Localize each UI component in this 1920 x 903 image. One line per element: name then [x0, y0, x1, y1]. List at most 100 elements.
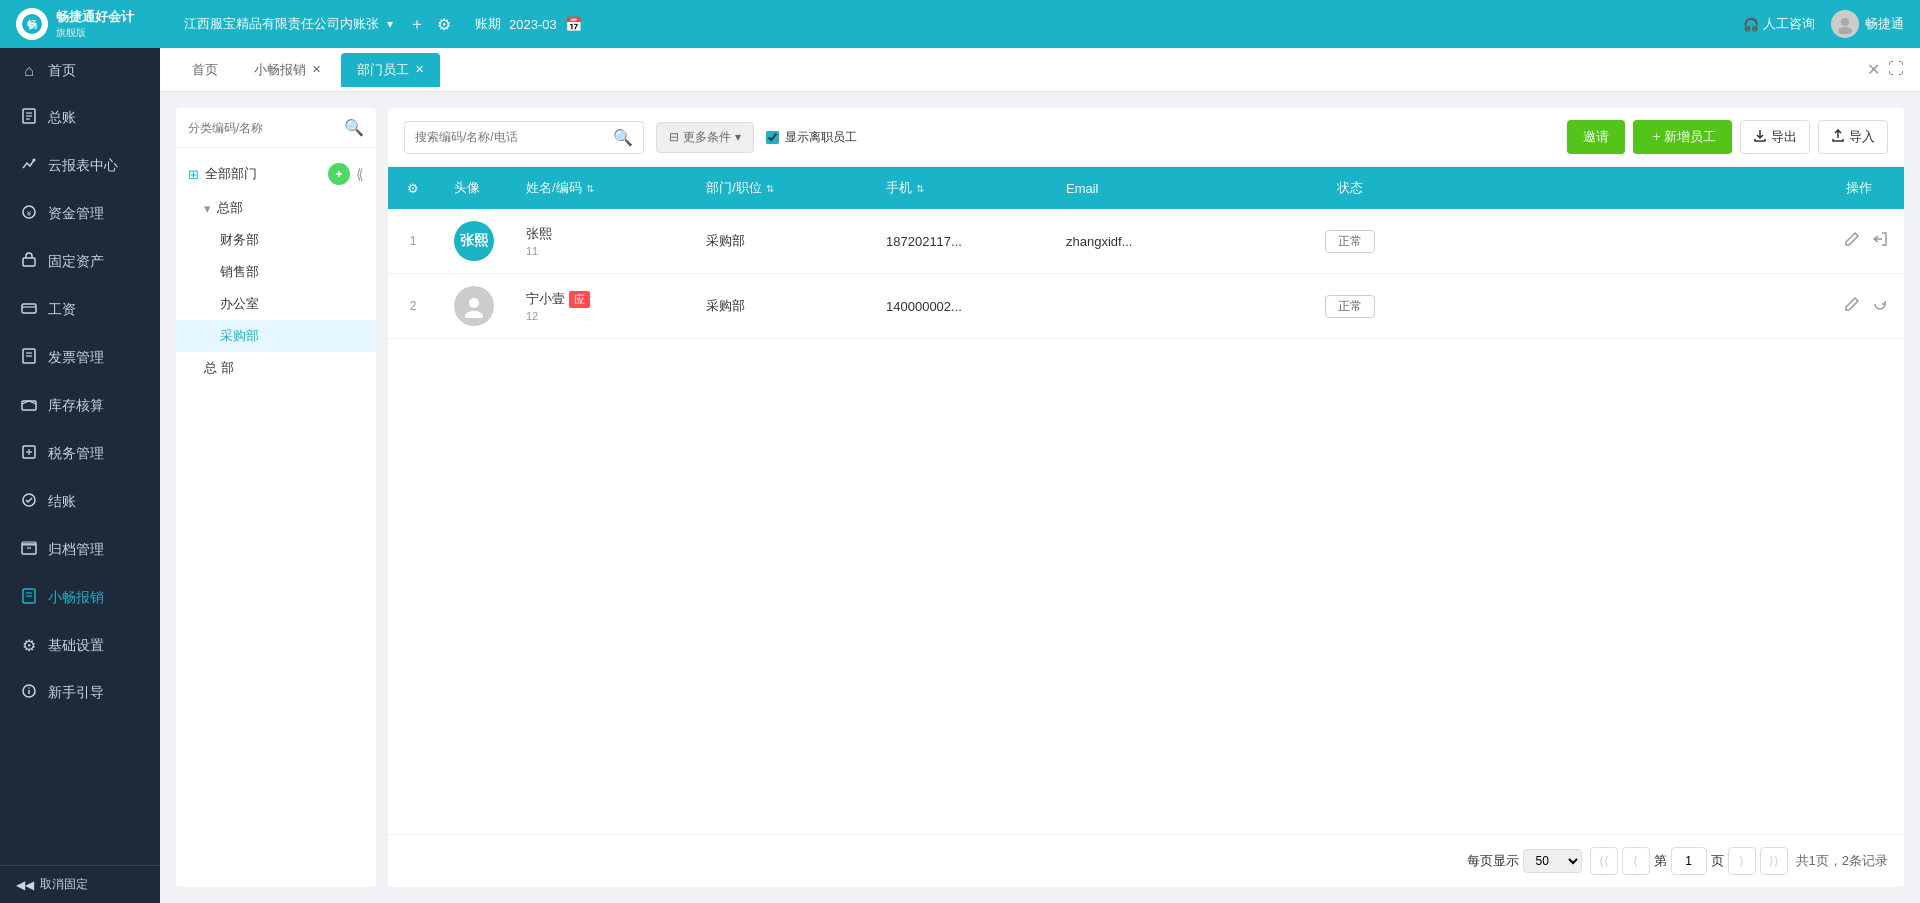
col-name[interactable]: 姓名/编码 ⇅	[510, 167, 690, 209]
header-right: 🎧 人工咨询 畅捷通	[1743, 10, 1904, 38]
search-icon[interactable]: 🔍	[613, 128, 633, 147]
logout-icon[interactable]	[1872, 231, 1888, 251]
page-size-area: 每页显示 50 10 20 100	[1467, 849, 1582, 873]
user-menu[interactable]: 畅捷通	[1831, 10, 1904, 38]
tab-department[interactable]: 部门员工 ✕	[341, 53, 440, 87]
per-page-select[interactable]: 50 10 20 100	[1523, 849, 1582, 873]
new-employee-button[interactable]: + 新增员工	[1633, 120, 1732, 154]
sidebar-item-salary[interactable]: 工资	[0, 286, 160, 334]
sidebar-item-checkout[interactable]: 结账	[0, 478, 160, 526]
cancel-fixed-btn[interactable]: ◀◀ 取消固定	[0, 865, 160, 903]
col-dept[interactable]: 部门/职位 ⇅	[690, 167, 870, 209]
tree-content: ⊞ 全部部门 ⟪ ▾ 总部	[176, 148, 376, 887]
calendar-icon[interactable]: 📅	[565, 16, 582, 32]
reports-icon	[20, 156, 38, 176]
sidebar-item-cloud-reports[interactable]: 云报表中心	[0, 142, 160, 190]
sidebar-item-inventory[interactable]: 库存核算	[0, 382, 160, 430]
first-page-btn[interactable]: ⟨⟨	[1590, 847, 1618, 875]
tree-node-zongbu[interactable]: ▾ 总部	[176, 192, 376, 224]
service-button[interactable]: 🎧 人工咨询	[1743, 15, 1815, 33]
sidebar-item-settings[interactable]: ⚙ 基础设置	[0, 622, 160, 669]
sidebar-item-invoice[interactable]: 发票管理	[0, 334, 160, 382]
headphone-icon: 🎧	[1743, 17, 1759, 32]
tree-search-icon[interactable]: 🔍	[344, 118, 364, 137]
search-input[interactable]	[415, 130, 607, 144]
plus-icon: ＋	[409, 14, 425, 35]
prev-page-btn[interactable]: ⟨	[1622, 847, 1650, 875]
sidebar-item-home[interactable]: ⌂ 首页	[0, 48, 160, 94]
tree-node-label: 总 部	[204, 359, 234, 377]
tree-add-button[interactable]	[328, 163, 350, 185]
invite-button[interactable]: 邀请	[1567, 120, 1625, 154]
tree-node-sales[interactable]: 销售部	[176, 256, 376, 288]
import-button[interactable]: 导入	[1818, 120, 1888, 154]
sidebar-item-xiaochang[interactable]: 小畅报销	[0, 574, 160, 622]
show-resigned-checkbox[interactable]: 显示离职员工	[766, 129, 857, 146]
main-layout: ⌂ 首页 总账 云报表中心 ¥ 资金管理 固定资产	[0, 48, 1920, 903]
tab-close-icon[interactable]: ✕	[1867, 60, 1880, 79]
sidebar-item-fixed-assets[interactable]: 固定资产	[0, 238, 160, 286]
export-button[interactable]: 导出	[1740, 120, 1810, 154]
settings-icon[interactable]: ⚙	[437, 15, 451, 34]
col-settings[interactable]: ⚙	[388, 167, 438, 209]
tab-expand-icon[interactable]: ⛶	[1888, 60, 1904, 79]
tree-collapse-icon[interactable]: ⟪	[356, 166, 364, 182]
col-phone[interactable]: 手机 ⇅	[870, 167, 1050, 209]
name-cell: 宁小壹应 12	[510, 274, 690, 339]
sidebar: ⌂ 首页 总账 云报表中心 ¥ 资金管理 固定资产	[0, 48, 160, 903]
tree-node-office[interactable]: 办公室	[176, 288, 376, 320]
filter-icon: ⊟	[669, 130, 679, 144]
svg-rect-17	[22, 401, 36, 410]
row-number: 2	[388, 274, 438, 339]
page-number-input[interactable]	[1671, 847, 1707, 875]
sidebar-item-general-ledger[interactable]: 总账	[0, 94, 160, 142]
tab-xiaochang-close[interactable]: ✕	[312, 63, 321, 76]
import-icon	[1831, 129, 1845, 146]
phone-cell: 187202117...	[870, 209, 1050, 274]
sidebar-item-tax[interactable]: 税务管理	[0, 430, 160, 478]
tree-node-finance[interactable]: 财务部	[176, 224, 376, 256]
last-page-btn[interactable]: ⟩⟩	[1760, 847, 1788, 875]
period-label: 账期	[475, 15, 501, 33]
refresh-icon[interactable]	[1872, 296, 1888, 316]
chevron-down-icon: ▾	[387, 17, 393, 31]
tab-xiaochang[interactable]: 小畅报销 ✕	[238, 53, 337, 87]
tab-department-close[interactable]: ✕	[415, 63, 424, 76]
avatar-cell: 张熙	[438, 209, 510, 274]
tree-node-label: 销售部	[220, 263, 259, 281]
tree-node-purchase[interactable]: 采购部	[176, 320, 376, 352]
action-cell	[1450, 209, 1904, 274]
company-selector[interactable]: 江西服宝精品有限责任公司内账张 ▾	[184, 15, 393, 33]
tree-header-icons: ⟪	[328, 163, 364, 185]
sidebar-label-cloud-reports: 云报表中心	[48, 157, 118, 175]
sidebar-item-fund-management[interactable]: ¥ 资金管理	[0, 190, 160, 238]
tree-node-general-dept[interactable]: 总 部	[176, 352, 376, 384]
edit-icon[interactable]	[1844, 231, 1860, 251]
chevron-down-icon: ▾	[735, 130, 741, 144]
show-resigned-input[interactable]	[766, 131, 779, 144]
user-name: 畅捷通	[1865, 15, 1904, 33]
edit-icon[interactable]	[1844, 296, 1860, 316]
settings-col-icon: ⚙	[407, 181, 419, 196]
sort-icon: ⇅	[766, 183, 774, 194]
sidebar-label-salary: 工资	[48, 301, 76, 319]
sidebar-item-guide[interactable]: 新手引导	[0, 669, 160, 717]
filter-button[interactable]: ⊟ 更多条件 ▾	[656, 122, 754, 153]
status-badge: 正常	[1325, 230, 1375, 253]
employee-name: 张熙	[526, 225, 674, 243]
tree-root[interactable]: ⊞ 全部部门 ⟪	[176, 156, 376, 192]
filter-label: 更多条件	[683, 129, 731, 146]
tree-search-input[interactable]	[188, 121, 338, 135]
tree-node-label: 办公室	[220, 295, 259, 313]
next-page-btn[interactable]: ⟩	[1728, 847, 1756, 875]
add-company-btn[interactable]: ＋	[409, 14, 425, 35]
table-toolbar: 🔍 ⊟ 更多条件 ▾ 显示离职员工 邀请	[388, 108, 1904, 167]
toolbar-right: 邀请 + 新增员工 导出	[1567, 120, 1888, 154]
sidebar-item-archive[interactable]: 归档管理	[0, 526, 160, 574]
col-avatar: 头像	[438, 167, 510, 209]
table-row: 2 宁小壹应 12 采购部 140000002... 正常	[388, 274, 1904, 339]
tab-home[interactable]: 首页	[176, 53, 234, 87]
grid-icon: ⊞	[188, 167, 199, 182]
xiaochang-icon	[20, 588, 38, 608]
sidebar-label-general-ledger: 总账	[48, 109, 76, 127]
